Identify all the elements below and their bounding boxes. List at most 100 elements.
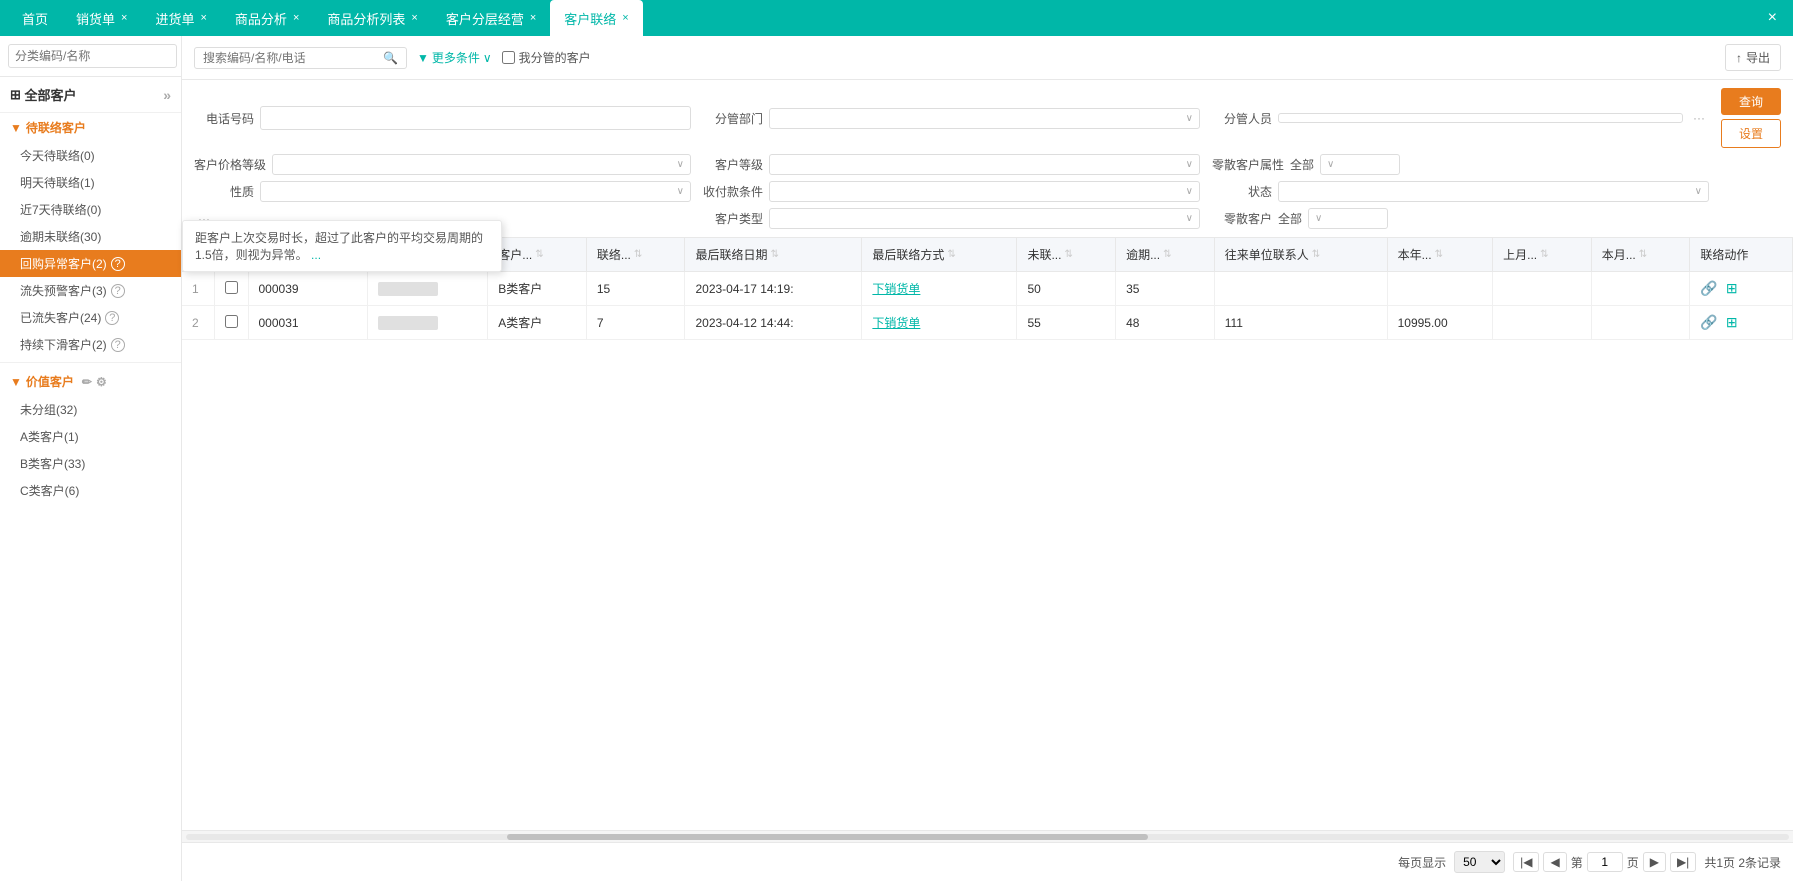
page-input[interactable] bbox=[1587, 852, 1623, 872]
row1-last-contact-method[interactable]: 下销货单 bbox=[872, 282, 920, 296]
filter-price-level-select[interactable]: ∨ bbox=[272, 154, 691, 175]
row2-grid-icon[interactable]: ⊞ bbox=[1726, 314, 1738, 331]
th-this-month-sort[interactable]: ⇅ bbox=[1639, 249, 1647, 260]
my-customers-check[interactable] bbox=[502, 51, 515, 64]
settings-button[interactable]: 设置 bbox=[1721, 119, 1781, 148]
filter-person-dots[interactable]: ··· bbox=[1689, 111, 1709, 125]
nav-customer-management[interactable]: 客户分层经营 × bbox=[432, 0, 550, 36]
nav-customer-contact[interactable]: 客户联络 × bbox=[550, 0, 642, 36]
filter-customer-level: 客户等级 ∨ bbox=[703, 154, 1200, 175]
th-contact-sort[interactable]: ⇅ bbox=[634, 249, 642, 260]
row2-link-icon[interactable]: 🔗 bbox=[1700, 314, 1717, 331]
more-conditions-btn[interactable]: ▼ 更多条件 ∨ bbox=[417, 49, 492, 66]
search-input[interactable] bbox=[203, 51, 383, 65]
th-last-contact-method-sort[interactable]: ⇅ bbox=[947, 249, 955, 260]
sidebar-item-ungrouped[interactable]: 未分组(32) bbox=[0, 396, 181, 423]
sidebar-collapse-icon[interactable]: » bbox=[163, 87, 171, 103]
tooltip-more[interactable]: ... bbox=[311, 248, 321, 262]
nav-customer-management-close[interactable]: × bbox=[530, 12, 536, 24]
info-icon-repurchase[interactable]: ? bbox=[111, 257, 125, 271]
filter-person-select[interactable] bbox=[1278, 113, 1683, 123]
scrollbar-thumb[interactable] bbox=[507, 834, 1148, 840]
sidebar-value-group-header[interactable]: ▼ 价值客户 ✏ ⚙ bbox=[0, 367, 181, 396]
pagination: 每页显示 50 20 100 |◀ ◀ 第 页 ▶ ▶| 共1页 2条记录 bbox=[182, 842, 1793, 881]
td-row1-this-year bbox=[1387, 272, 1493, 306]
horizontal-scrollbar[interactable] bbox=[182, 830, 1793, 842]
settings-icon[interactable]: ⚙ bbox=[96, 375, 107, 389]
row-num-2: 2 bbox=[192, 316, 199, 330]
filter-nature-select[interactable]: ∨ bbox=[260, 181, 691, 202]
sidebar-search-input[interactable] bbox=[8, 44, 177, 68]
row2-checkbox[interactable] bbox=[225, 315, 238, 328]
sidebar-item-declining[interactable]: 持续下滑客户(2) ? bbox=[0, 331, 181, 358]
filter-phone: 电话号码 bbox=[194, 106, 691, 130]
nav-product-analysis-list[interactable]: 商品分析列表 × bbox=[313, 0, 431, 36]
filter-customer-level-select[interactable]: ∨ bbox=[769, 154, 1200, 175]
sidebar-item-churn-warning[interactable]: 流失预警客户(3) ? bbox=[0, 277, 181, 304]
my-customers-checkbox[interactable]: 我分管的客户 bbox=[502, 49, 591, 66]
nav-product-analysis[interactable]: 商品分析 × bbox=[221, 0, 313, 36]
sidebar-item-repurchase-abnormal[interactable]: 回购异常客户(2) ? bbox=[0, 250, 181, 277]
nav-product-analysis-close[interactable]: × bbox=[293, 12, 299, 24]
sidebar-item-7days[interactable]: 近7天待联络(0) bbox=[0, 196, 181, 223]
row1-action-icons: 🔗 ⊞ bbox=[1700, 280, 1782, 297]
filter-bar: 🔍 ▼ 更多条件 ∨ 我分管的客户 ↑ 导出 bbox=[182, 36, 1793, 80]
sidebar-waiting-header[interactable]: ▼ 待联络客户 bbox=[0, 113, 181, 142]
customer-type-caret: ∨ bbox=[1186, 213, 1193, 224]
filter-retail-attr-select[interactable]: ∨ bbox=[1320, 154, 1400, 175]
filter-status-select[interactable]: ∨ bbox=[1278, 181, 1709, 202]
sidebar-item-overdue[interactable]: 逾期未联络(30) bbox=[0, 223, 181, 250]
th-overdue-sort[interactable]: ⇅ bbox=[1163, 249, 1171, 260]
nav-purchase-order[interactable]: 进货单 × bbox=[141, 0, 220, 36]
export-button[interactable]: ↑ 导出 bbox=[1725, 44, 1781, 71]
th-last-month-sort[interactable]: ⇅ bbox=[1540, 249, 1548, 260]
sidebar-waiting-label: 待联络客户 bbox=[26, 119, 86, 136]
info-icon-declining[interactable]: ? bbox=[111, 338, 125, 352]
nav-customer-contact-close[interactable]: × bbox=[622, 12, 628, 24]
sidebar-item-today[interactable]: 今天待联络(0) bbox=[0, 142, 181, 169]
filter-payment-select[interactable]: ∨ bbox=[769, 181, 1200, 202]
row1-checkbox[interactable] bbox=[225, 281, 238, 294]
sidebar-item-a-class[interactable]: A类客户(1) bbox=[0, 423, 181, 450]
filter-status: 状态 ∨ bbox=[1212, 181, 1709, 202]
per-page-select[interactable]: 50 20 100 bbox=[1454, 851, 1505, 873]
last-page-btn[interactable]: ▶| bbox=[1670, 852, 1696, 872]
filter-retail-customer-select[interactable]: ∨ bbox=[1308, 208, 1388, 229]
row1-grid-icon[interactable]: ⊞ bbox=[1726, 280, 1738, 297]
prev-page-btn[interactable]: ◀ bbox=[1543, 852, 1566, 872]
row1-link-icon[interactable]: 🔗 bbox=[1700, 280, 1717, 297]
th-action: 联络动作 bbox=[1690, 238, 1793, 272]
td-row1-action: 🔗 ⊞ bbox=[1690, 272, 1793, 306]
td-row2-contact: 7 bbox=[586, 306, 685, 340]
sidebar-item-c-class[interactable]: C类客户(6) bbox=[0, 477, 181, 504]
th-last-contact-date-sort[interactable]: ⇅ bbox=[771, 249, 779, 260]
nav-sales-order-close[interactable]: × bbox=[121, 12, 127, 24]
filter-customer-type-select[interactable]: ∨ bbox=[769, 208, 1200, 229]
info-icon-churn-warning[interactable]: ? bbox=[111, 284, 125, 298]
nav-purchase-order-close[interactable]: × bbox=[200, 12, 206, 24]
th-customer-type-sort[interactable]: ⇅ bbox=[535, 249, 543, 260]
info-icon-churned[interactable]: ? bbox=[105, 311, 119, 325]
nav-sales-order[interactable]: 销货单 × bbox=[62, 0, 141, 36]
sidebar-item-churned[interactable]: 已流失客户(24) ? bbox=[0, 304, 181, 331]
nav-product-analysis-list-close[interactable]: × bbox=[411, 12, 417, 24]
row2-last-contact-method[interactable]: 下销货单 bbox=[872, 316, 920, 330]
th-this-year-sort[interactable]: ⇅ bbox=[1435, 249, 1443, 260]
query-button[interactable]: 查询 bbox=[1721, 88, 1781, 115]
sidebar-item-tomorrow[interactable]: 明天待联络(1) bbox=[0, 169, 181, 196]
th-customer-type-label: 客户... bbox=[498, 246, 532, 263]
next-page-btn[interactable]: ▶ bbox=[1643, 852, 1666, 872]
sidebar-all-customers-header[interactable]: ⊞ 全部客户 » bbox=[0, 77, 181, 113]
nav-close-all[interactable]: × bbox=[1760, 9, 1785, 27]
th-contact: 联络...⇅ bbox=[586, 238, 685, 272]
edit-icon[interactable]: ✏ bbox=[82, 375, 92, 389]
filter-dept-select[interactable]: ∨ bbox=[769, 108, 1200, 129]
first-page-btn[interactable]: |◀ bbox=[1513, 852, 1539, 872]
th-contact-person-sort[interactable]: ⇅ bbox=[1312, 249, 1320, 260]
th-not-contacted-sort[interactable]: ⇅ bbox=[1064, 249, 1072, 260]
nav-home[interactable]: 首页 bbox=[8, 0, 62, 36]
search-icon[interactable]: 🔍 bbox=[383, 51, 398, 65]
sidebar-item-b-class[interactable]: B类客户(33) bbox=[0, 450, 181, 477]
filter-phone-input[interactable] bbox=[260, 106, 691, 130]
row1-overdue: 35 bbox=[1126, 282, 1139, 296]
